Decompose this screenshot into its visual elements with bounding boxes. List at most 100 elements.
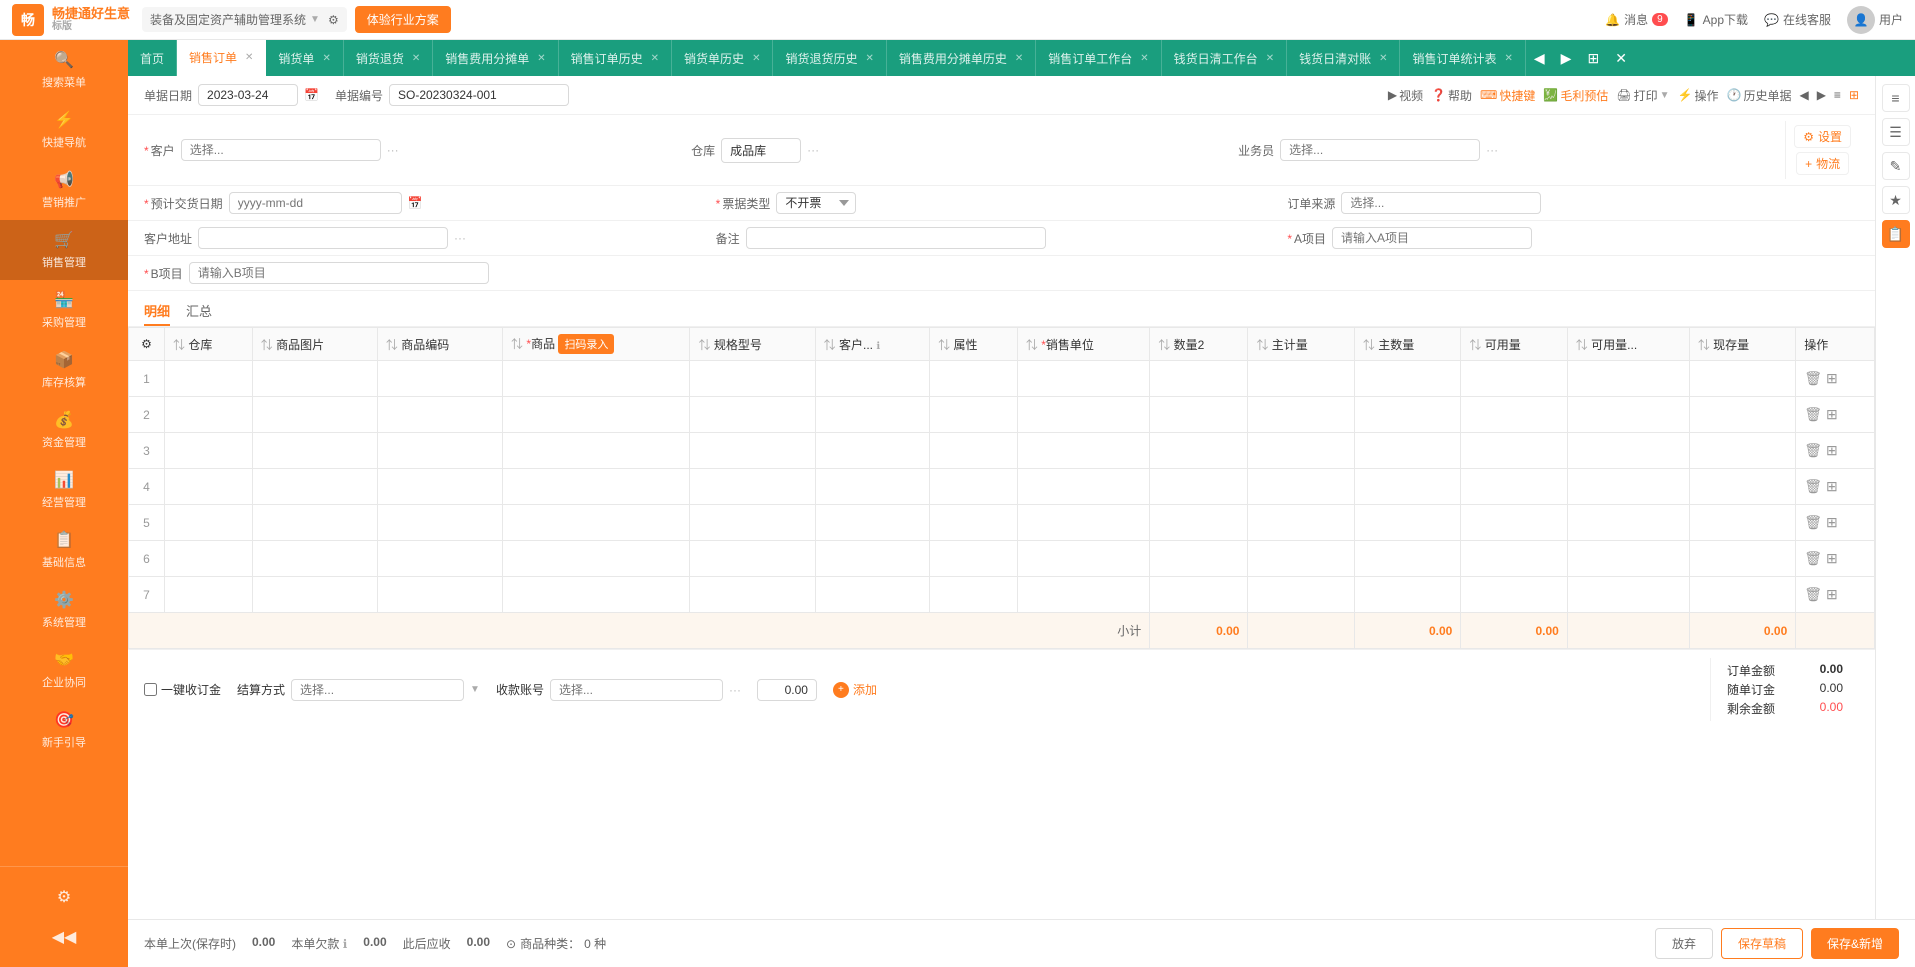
row6-avail-qty2[interactable] xyxy=(1567,541,1689,577)
row4-attr[interactable] xyxy=(930,469,1018,505)
row5-spec[interactable] xyxy=(690,505,815,541)
row4-avail-qty2[interactable] xyxy=(1567,469,1689,505)
row5-main-unit[interactable] xyxy=(1248,505,1354,541)
customer-more-icon[interactable]: ··· xyxy=(387,143,399,157)
row5-customer-code[interactable] xyxy=(815,505,929,541)
discard-btn[interactable]: 放弃 xyxy=(1655,928,1713,959)
tab-close-sales-order-stats[interactable]: ✕ xyxy=(1505,53,1513,64)
payment-method-input[interactable] xyxy=(291,679,464,701)
row3-delete-icon[interactable]: 🗑 xyxy=(1804,442,1822,459)
row3-ops[interactable]: 🗑 ⊞ xyxy=(1796,433,1875,469)
row6-copy-icon[interactable]: ⊞ xyxy=(1826,550,1838,567)
rap-btn-1[interactable]: ≡ xyxy=(1882,84,1910,112)
settings-action-btn[interactable]: ⚙ 设置 xyxy=(1794,125,1851,148)
row2-sales-unit[interactable] xyxy=(1017,397,1149,433)
row7-qty2[interactable] xyxy=(1150,577,1248,613)
row1-ops[interactable]: 🗑 ⊞ xyxy=(1796,361,1875,397)
row7-stock[interactable] xyxy=(1689,577,1795,613)
row5-ops[interactable]: 🗑 ⊞ xyxy=(1796,505,1875,541)
nav-next-btn[interactable]: ▶ xyxy=(1817,88,1826,102)
row3-main-unit[interactable] xyxy=(1248,433,1354,469)
row6-main-unit[interactable] xyxy=(1248,541,1354,577)
rap-btn-5[interactable]: 📋 xyxy=(1882,220,1910,248)
row7-warehouse[interactable] xyxy=(165,577,253,613)
shortcut-btn[interactable]: ⌨ 快捷键 xyxy=(1480,87,1535,104)
row2-customer-code[interactable] xyxy=(815,397,929,433)
row5-attr[interactable] xyxy=(930,505,1018,541)
row3-main-qty[interactable] xyxy=(1354,433,1460,469)
row5-sales-unit[interactable] xyxy=(1017,505,1149,541)
row1-qty2[interactable] xyxy=(1150,361,1248,397)
payment-amount[interactable]: 0.00 xyxy=(757,679,817,701)
row1-sales-unit[interactable] xyxy=(1017,361,1149,397)
table-tab-summary[interactable]: 汇总 xyxy=(186,297,212,326)
scan-btn[interactable]: 扫码录入 xyxy=(558,334,614,354)
row7-main-qty[interactable] xyxy=(1354,577,1460,613)
rap-btn-2[interactable]: ☰ xyxy=(1882,118,1910,146)
industry-btn[interactable]: 体验行业方案 xyxy=(355,6,451,33)
row4-warehouse[interactable] xyxy=(165,469,253,505)
row1-stock[interactable] xyxy=(1689,361,1795,397)
tab-cash-daily-reconcile[interactable]: 钱货日清对账 ✕ xyxy=(1287,40,1400,76)
row2-qty2[interactable] xyxy=(1150,397,1248,433)
row3-warehouse[interactable] xyxy=(165,433,253,469)
row4-main-qty[interactable] xyxy=(1354,469,1460,505)
row4-stock[interactable] xyxy=(1689,469,1795,505)
row6-image[interactable] xyxy=(252,541,377,577)
tab-sales-refund[interactable]: 销货退货 ✕ xyxy=(344,40,433,76)
online-support-btn[interactable]: 💬 在线客服 xyxy=(1764,11,1831,28)
row2-main-unit[interactable] xyxy=(1248,397,1354,433)
tab-close-sales-order-history[interactable]: ✕ xyxy=(651,53,659,64)
add-item-btn[interactable]: + 物流 xyxy=(1796,152,1849,175)
tab-close-cash-daily-reconcile[interactable]: ✕ xyxy=(1379,53,1387,64)
row2-product[interactable] xyxy=(503,397,690,433)
row1-delete-icon[interactable]: 🗑 xyxy=(1804,370,1822,387)
account-more-icon[interactable]: ··· xyxy=(729,683,741,697)
tab-close-sales-returns[interactable]: ✕ xyxy=(322,53,330,64)
a-project-input[interactable] xyxy=(1332,227,1532,249)
row4-product[interactable] xyxy=(503,469,690,505)
b-project-input[interactable] xyxy=(189,262,489,284)
tab-close-sales-returns-history[interactable]: ✕ xyxy=(752,53,760,64)
row1-spec[interactable] xyxy=(690,361,815,397)
salesperson-more-icon[interactable]: ··· xyxy=(1486,143,1498,157)
row6-product[interactable] xyxy=(503,541,690,577)
tab-sales-order[interactable]: 销售订单 ✕ xyxy=(177,40,266,76)
system-title[interactable]: 装备及固定资产辅助管理系统 ▼ ⚙ xyxy=(142,7,347,32)
sidebar-item-base-info[interactable]: 📋 基础信息 xyxy=(0,520,128,580)
row5-stock[interactable] xyxy=(1689,505,1795,541)
row3-avail-qty[interactable] xyxy=(1461,433,1567,469)
row6-qty2[interactable] xyxy=(1150,541,1248,577)
row6-avail-qty[interactable] xyxy=(1461,541,1567,577)
row5-product[interactable] xyxy=(503,505,690,541)
row4-main-unit[interactable] xyxy=(1248,469,1354,505)
profit-forecast-btn[interactable]: 💹 毛利预估 xyxy=(1543,87,1608,104)
warehouse-value[interactable]: 成品库 xyxy=(721,138,801,163)
row4-customer-code[interactable] xyxy=(815,469,929,505)
row1-product[interactable] xyxy=(503,361,690,397)
save-draft-btn[interactable]: 保存草稿 xyxy=(1721,928,1803,959)
view-video-btn[interactable]: ▶ 视频 xyxy=(1388,87,1423,104)
row7-customer-code[interactable] xyxy=(815,577,929,613)
row1-main-unit[interactable] xyxy=(1248,361,1354,397)
row1-main-qty[interactable] xyxy=(1354,361,1460,397)
tab-close-sales-expense-history[interactable]: ✕ xyxy=(1015,53,1023,64)
th-settings[interactable]: ⚙ xyxy=(129,328,165,361)
row7-copy-icon[interactable]: ⊞ xyxy=(1826,586,1838,603)
row3-sales-unit[interactable] xyxy=(1017,433,1149,469)
row3-qty2[interactable] xyxy=(1150,433,1248,469)
row7-ops[interactable]: 🗑 ⊞ xyxy=(1796,577,1875,613)
row4-copy-icon[interactable]: ⊞ xyxy=(1826,478,1838,495)
date-value[interactable]: 2023-03-24 xyxy=(198,84,298,106)
rap-btn-4[interactable]: ★ xyxy=(1882,186,1910,214)
row3-product[interactable] xyxy=(503,433,690,469)
row7-main-unit[interactable] xyxy=(1248,577,1354,613)
sidebar-settings-btn[interactable]: ⚙ xyxy=(0,877,128,917)
customer-address-input[interactable] xyxy=(198,227,448,249)
sidebar-item-finance[interactable]: 💰 资金管理 xyxy=(0,400,128,460)
row4-delete-icon[interactable]: 🗑 xyxy=(1804,478,1822,495)
row1-avail-qty[interactable] xyxy=(1461,361,1567,397)
row5-delete-icon[interactable]: 🗑 xyxy=(1804,514,1822,531)
row1-copy-icon[interactable]: ⊞ xyxy=(1826,370,1838,387)
salesperson-input[interactable] xyxy=(1280,139,1480,161)
